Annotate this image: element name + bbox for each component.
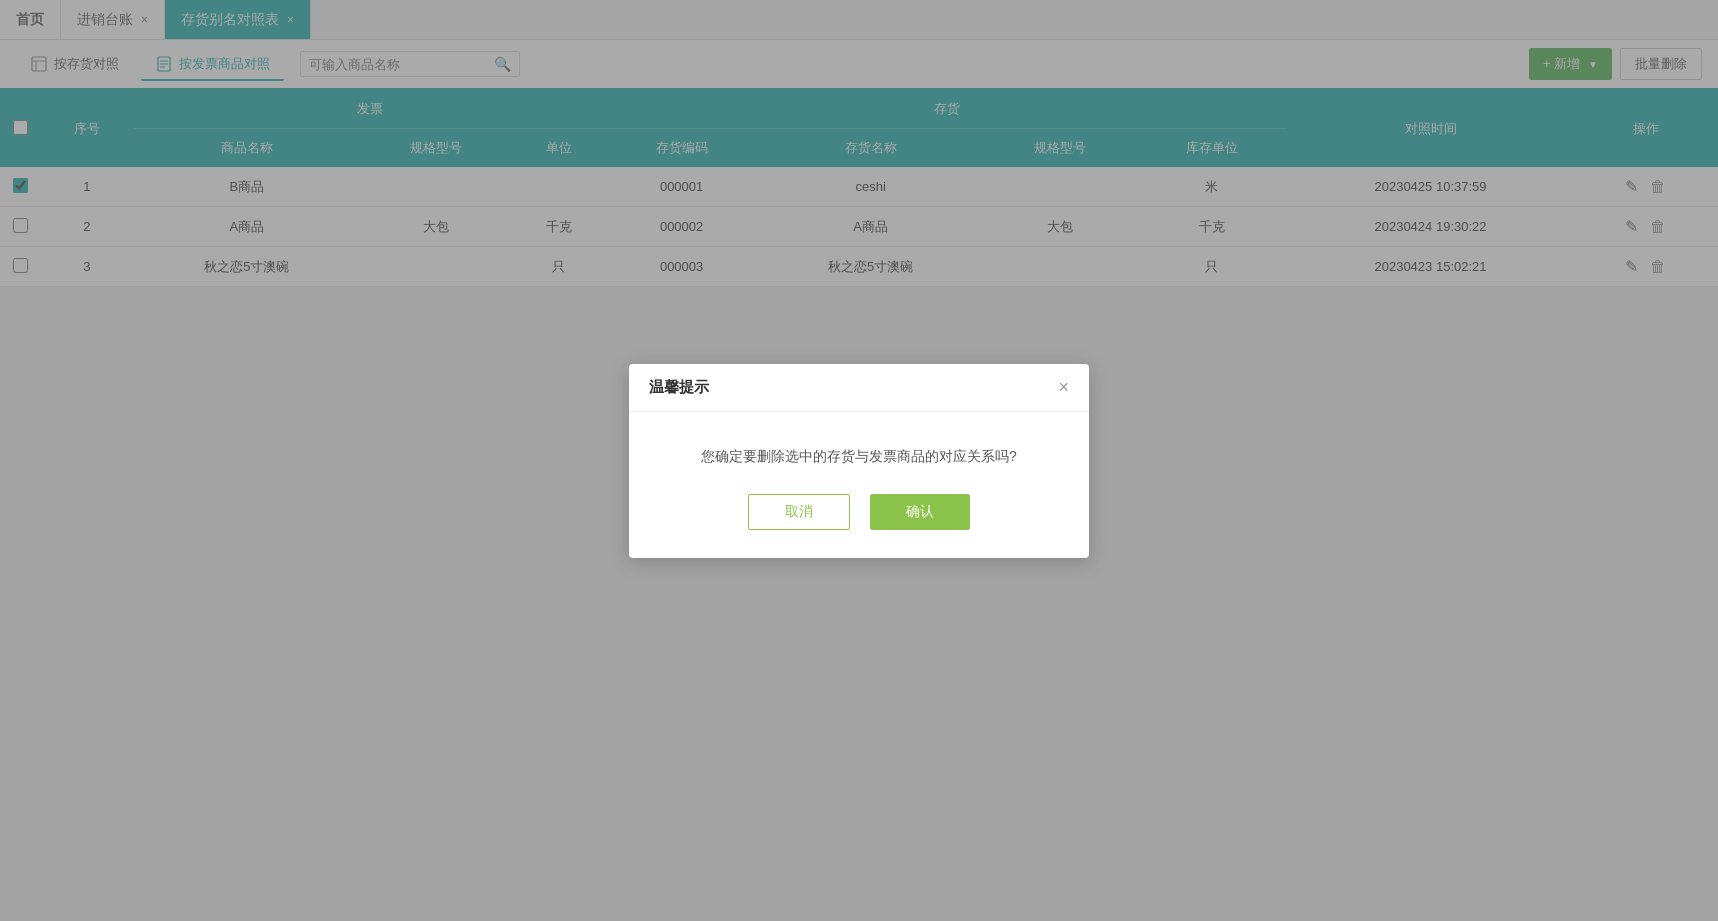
dialog-overlay: 温馨提示 × 您确定要删除选中的存货与发票商品的对应关系吗? 取消 确认 bbox=[0, 0, 1718, 287]
